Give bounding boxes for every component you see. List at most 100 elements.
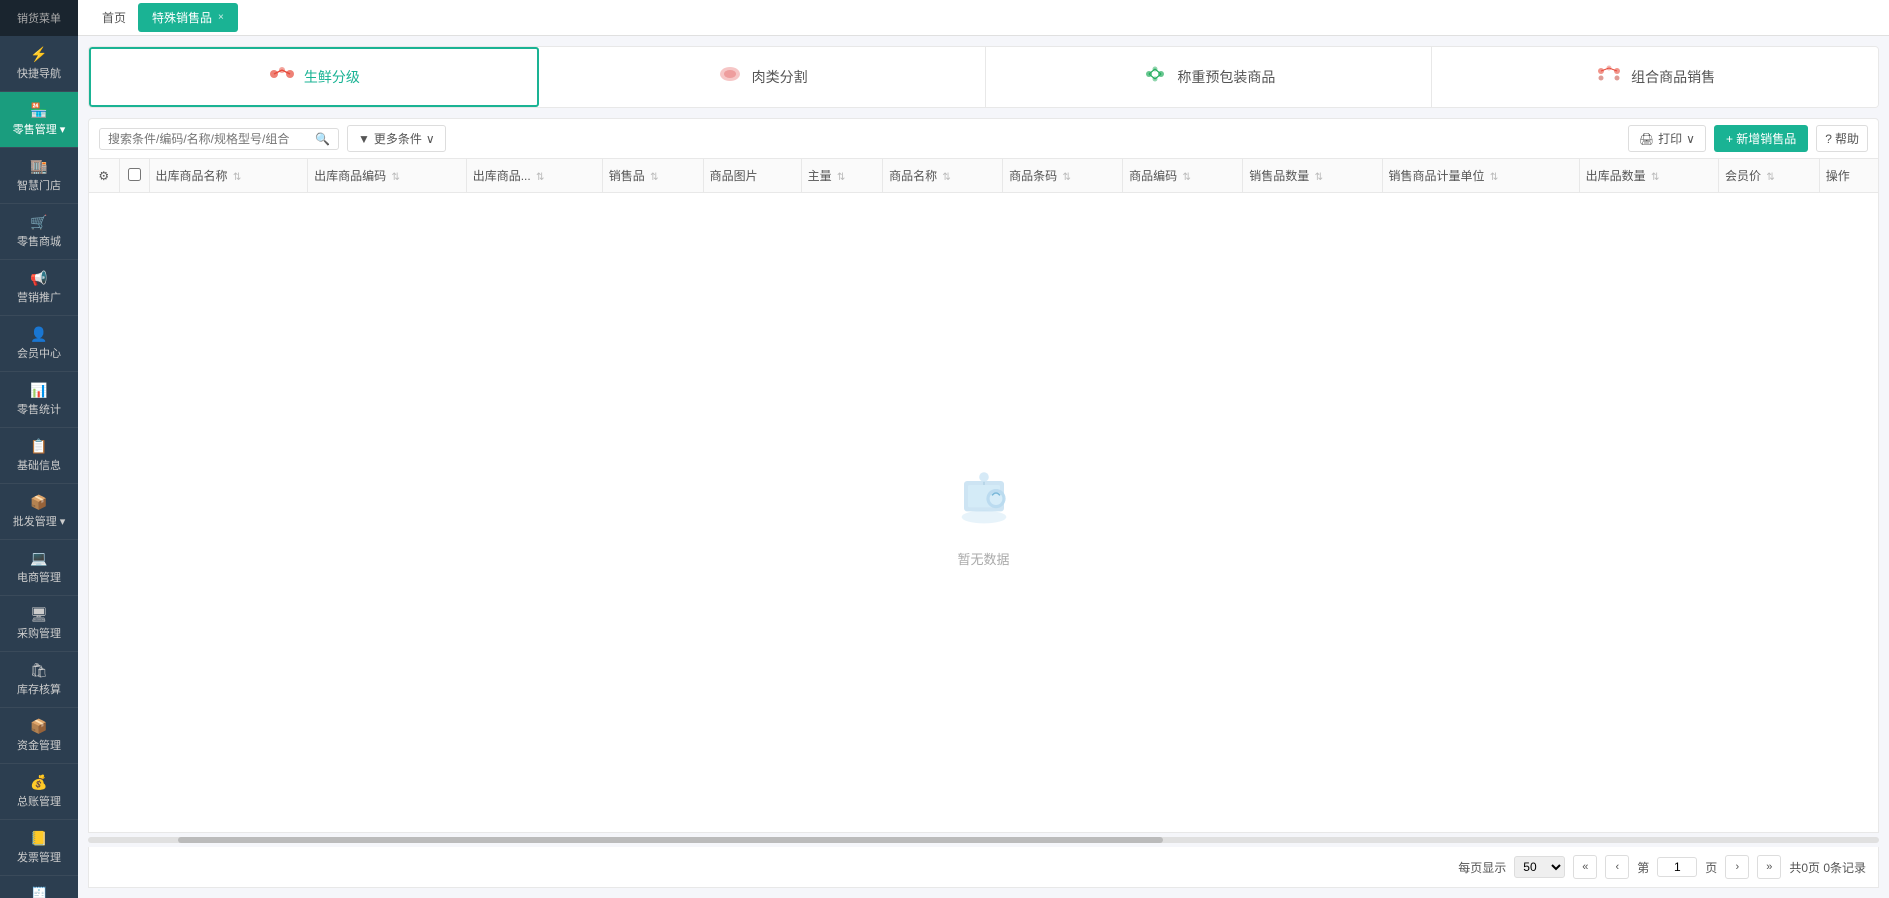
tab-home[interactable]: 首页 [90, 1, 138, 34]
sidebar-item-label: 会员中心 [17, 345, 61, 361]
sidebar-item-sales-promo[interactable]: 📢 营销推广 [0, 260, 78, 316]
fresh-grading-icon [268, 63, 296, 91]
header-tabs: 首页 特殊销售品 × [78, 0, 1889, 36]
wholesale-mgmt-icon: 📦 [30, 494, 47, 511]
help-button[interactable]: ? 帮助 [1816, 125, 1868, 152]
sidebar-item-ledger-mgmt[interactable]: 📒 发票管理 [0, 820, 78, 876]
col-product-barcode[interactable]: 商品条码 ⇅ [1003, 159, 1123, 193]
col-product-code[interactable]: 商品编码 ⇅ [1123, 159, 1243, 193]
sidebar-item-inventory[interactable]: 📦 资金管理 [0, 708, 78, 764]
print-button[interactable]: 🖨 打印 ∨ [1628, 125, 1706, 152]
col-settings[interactable]: ⚙ [89, 159, 119, 193]
search-box[interactable]: 🔍 [99, 128, 339, 150]
sort-icon: ⇅ [1766, 172, 1774, 183]
next-page-button[interactable]: › [1725, 855, 1749, 879]
sidebar-item-label: 总账管理 [17, 793, 61, 809]
purchase-mgmt-icon: 🛍 [30, 662, 48, 679]
sidebar-item-label: 库存核算 [17, 681, 61, 697]
prev-page-button[interactable]: ‹ [1605, 855, 1629, 879]
empty-text: 暂无数据 [957, 549, 1009, 568]
col-out-qty[interactable]: 出库品数量 ⇅ [1579, 159, 1718, 193]
col-out-product-code[interactable]: 出库商品编码 ⇅ [308, 159, 467, 193]
ecom-mgmt-icon: 🖥 [30, 606, 48, 623]
sidebar-item-invoice-mgmt[interactable]: 🧾 税务管理 [0, 876, 78, 898]
col-out-product-name[interactable]: 出库商品名称 ⇅ [149, 159, 308, 193]
table-wrapper: ⚙ 出库商品名称 ⇅ 出库商品编码 ⇅ 出库商品 [88, 158, 1879, 833]
cat-tab-weight-prepack[interactable]: 称重预包装商品 [986, 47, 1433, 107]
tab-special-sales[interactable]: 特殊销售品 × [138, 3, 238, 32]
filter-button[interactable]: ▼ 更多条件 ∨ [347, 125, 446, 152]
sales-promo-icon: 📢 [30, 270, 47, 287]
sidebar-item-retail-mall[interactable]: 🛒 零售商城 [0, 204, 78, 260]
col-out-product-x[interactable]: 出库商品... ⇅ [466, 159, 602, 193]
quick-nav-icon: ⚡ [30, 46, 47, 63]
sidebar: 销货菜单 ⚡ 快捷导航 🏪 零售管理 ▾ 🏬 智慧门店 🛒 零售商城 📢 营销推… [0, 0, 78, 898]
page-number-input[interactable] [1657, 857, 1697, 877]
sort-icon: ⇅ [233, 172, 241, 183]
ledger-mgmt-icon: 📒 [30, 830, 47, 847]
sidebar-item-finance-mgmt[interactable]: 💰 总账管理 [0, 764, 78, 820]
sidebar-item-retail-stats[interactable]: 📊 零售统计 [0, 372, 78, 428]
cat-tab-meat-cutting[interactable]: 肉类分割 [539, 47, 986, 107]
last-page-button[interactable]: » [1757, 855, 1781, 879]
sidebar-logo: 销货菜单 [0, 0, 78, 36]
empty-state: 暂无数据 [89, 193, 1878, 832]
search-icon: 🔍 [315, 132, 330, 146]
first-page-button[interactable]: « [1573, 855, 1597, 879]
sidebar-item-mini-ecom[interactable]: 💻 电商管理 [0, 540, 78, 596]
sort-icon: ⇅ [942, 172, 950, 183]
col-weight[interactable]: 主量 ⇅ [801, 159, 883, 193]
meat-cutting-icon [716, 63, 744, 91]
sidebar-item-member-center[interactable]: 👤 会员中心 [0, 316, 78, 372]
sidebar-item-smart-store[interactable]: 🏬 智慧门店 [0, 148, 78, 204]
col-member-price[interactable]: 会员价 ⇅ [1718, 159, 1819, 193]
cat-tab-combo-sales[interactable]: 组合商品销售 [1432, 47, 1878, 107]
cat-tab-label: 生鲜分级 [304, 67, 360, 87]
search-input[interactable] [108, 132, 315, 146]
sidebar-item-quick-nav[interactable]: ⚡ 快捷导航 [0, 36, 78, 92]
sidebar-item-label: 发票管理 [17, 849, 61, 865]
main-content: 首页 特殊销售品 × 生鲜分级 [78, 0, 1889, 898]
col-sales-product[interactable]: 销售品 ⇅ [602, 159, 703, 193]
data-table: ⚙ 出库商品名称 ⇅ 出库商品编码 ⇅ 出库商品 [89, 159, 1878, 193]
member-center-icon: 👤 [30, 326, 47, 343]
sidebar-item-basic-info[interactable]: 📋 基础信息 [0, 428, 78, 484]
scroll-thumb[interactable] [178, 837, 1163, 843]
close-icon[interactable]: × [218, 12, 224, 23]
total-text: 共0页 0条记录 [1789, 859, 1866, 876]
toolbar-left: 🔍 ▼ 更多条件 ∨ [99, 125, 446, 152]
sort-icon: ⇅ [391, 172, 399, 183]
col-product-name[interactable]: 商品名称 ⇅ [883, 159, 1003, 193]
retail-stats-icon: 📊 [30, 382, 47, 399]
sort-icon: ⇅ [1062, 172, 1070, 183]
new-product-button[interactable]: + 新增销售品 [1714, 125, 1808, 152]
cat-tab-fresh-grading[interactable]: 生鲜分级 [89, 47, 539, 107]
col-sales-unit[interactable]: 销售商品计量单位 ⇅ [1382, 159, 1579, 193]
sidebar-item-label: 零售管理 ▾ [13, 121, 66, 137]
col-sales-qty[interactable]: 销售品数量 ⇅ [1243, 159, 1382, 193]
per-page-label: 每页显示 [1458, 859, 1506, 876]
sidebar-item-label: 快捷导航 [17, 65, 61, 81]
print-icon: 🖨 [1639, 132, 1654, 146]
horizontal-scrollbar[interactable] [88, 837, 1879, 843]
sidebar-item-retail-mgmt[interactable]: 🏪 零售管理 ▾ [0, 92, 78, 148]
mini-ecom-icon: 💻 [30, 550, 47, 567]
select-all-checkbox[interactable] [128, 168, 141, 181]
inventory-icon: 📦 [30, 718, 47, 735]
filter-icon: ▼ [358, 132, 370, 146]
sidebar-item-label: 零售商城 [17, 233, 61, 249]
smart-store-icon: 🏬 [30, 158, 47, 175]
chevron-down-icon: ∨ [426, 132, 435, 146]
pagination-bar: 每页显示 50 100 200 « ‹ 第 页 › » 共0页 0条记录 [88, 847, 1879, 888]
sidebar-item-purchase-mgmt[interactable]: 🛍 库存核算 [0, 652, 78, 708]
sidebar-item-label: 电商管理 [17, 569, 61, 585]
sort-icon: ⇅ [536, 172, 544, 183]
col-product-image[interactable]: 商品图片 [703, 159, 801, 193]
per-page-select[interactable]: 50 100 200 [1514, 856, 1565, 878]
sidebar-item-label: 批发管理 ▾ [13, 513, 66, 529]
table-header-row: ⚙ 出库商品名称 ⇅ 出库商品编码 ⇅ 出库商品 [89, 159, 1878, 193]
sort-icon: ⇅ [1490, 172, 1498, 183]
sidebar-item-wholesale-mgmt[interactable]: 📦 批发管理 ▾ [0, 484, 78, 540]
col-checkbox[interactable] [119, 159, 149, 193]
sidebar-item-ecom-mgmt[interactable]: 🖥 采购管理 [0, 596, 78, 652]
